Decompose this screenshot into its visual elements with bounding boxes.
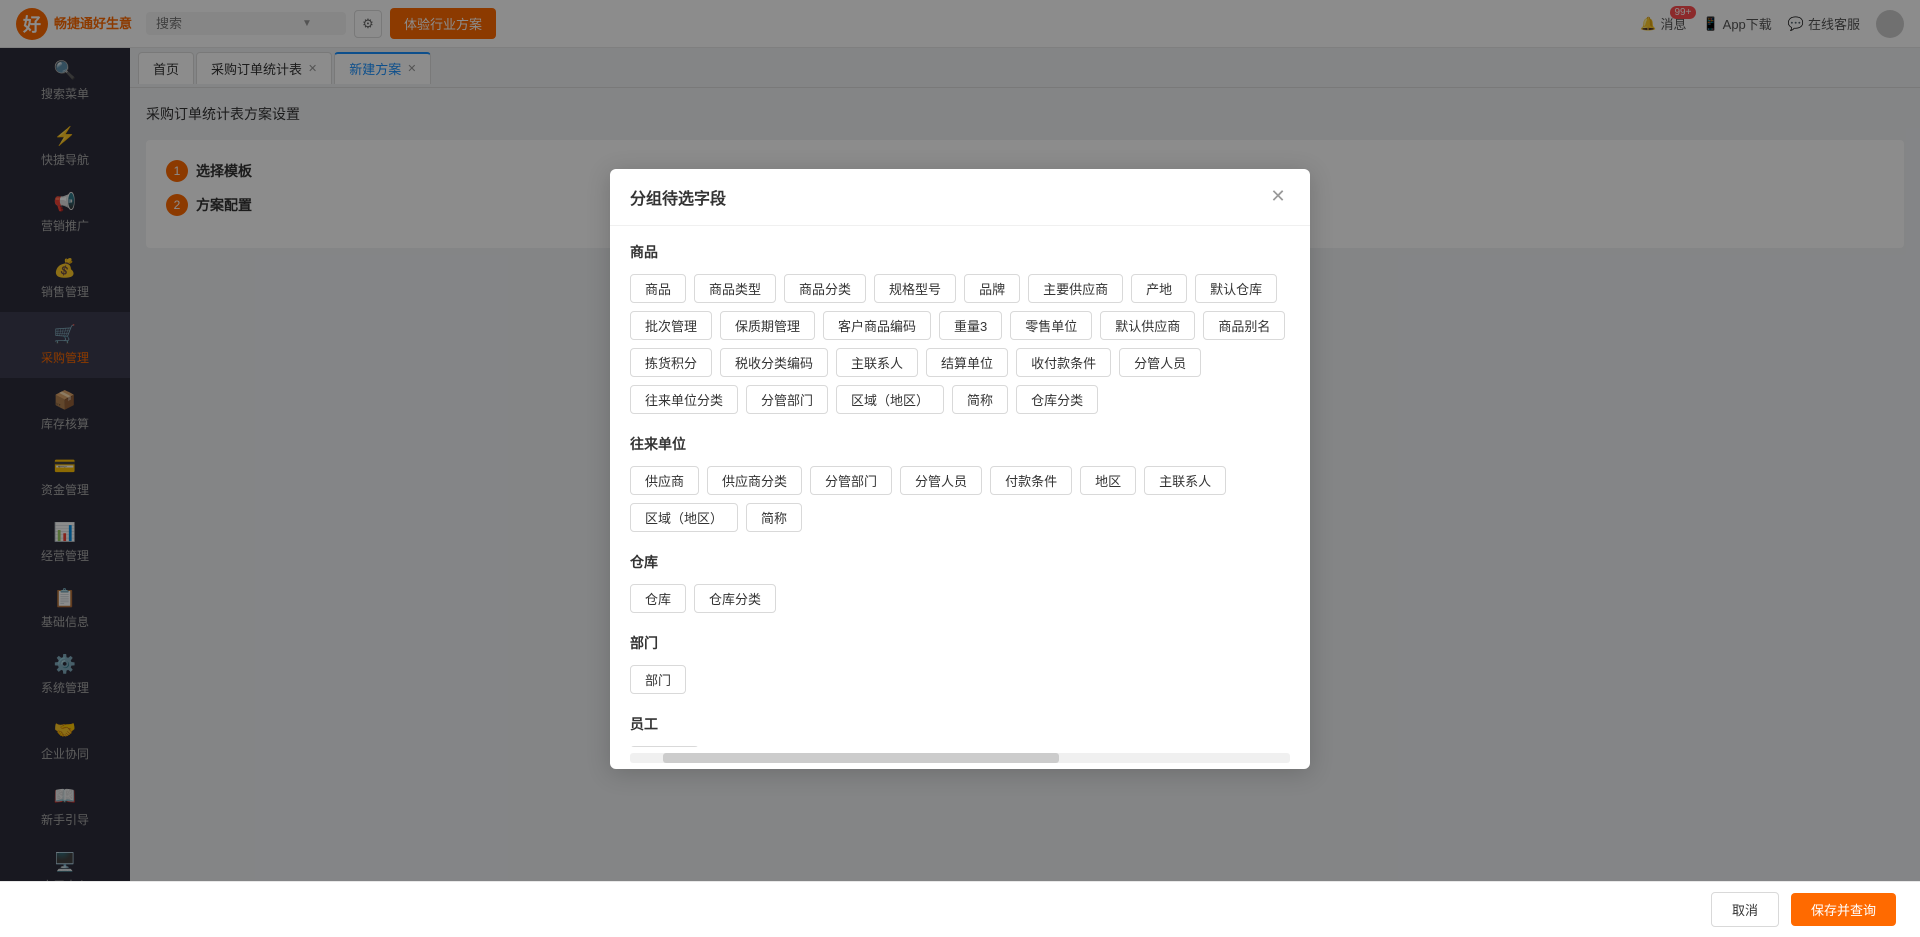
field-tag-3-0[interactable]: 部门: [630, 665, 686, 694]
field-tag-0-22[interactable]: 分管部门: [746, 385, 828, 414]
field-tag-0-21[interactable]: 往来单位分类: [630, 385, 738, 414]
field-tag-0-10[interactable]: 客户商品编码: [823, 311, 931, 340]
field-tag-1-8[interactable]: 简称: [746, 503, 802, 532]
field-tag-0-16[interactable]: 税收分类编码: [720, 348, 828, 377]
field-tag-0-23[interactable]: 区域（地区）: [836, 385, 944, 414]
field-tags-2: 仓库仓库分类: [630, 584, 1290, 613]
field-tag-0-0[interactable]: 商品: [630, 274, 686, 303]
field-tag-1-6[interactable]: 主联系人: [1144, 466, 1226, 495]
field-tag-0-1[interactable]: 商品类型: [694, 274, 776, 303]
field-tag-0-11[interactable]: 重量3: [939, 311, 1002, 340]
modal-overlay: 分组待选字段 ✕ 商品商品商品类型商品分类规格型号品牌主要供应商产地默认仓库批次…: [0, 0, 1920, 937]
field-tag-1-0[interactable]: 供应商: [630, 466, 699, 495]
modal-section-1: 往来单位供应商供应商分类分管部门分管人员付款条件地区主联系人区域（地区） 简称: [630, 434, 1290, 532]
modal-header: 分组待选字段 ✕: [610, 169, 1310, 226]
field-tags-0: 商品商品类型商品分类规格型号品牌主要供应商产地默认仓库批次管理保质期管理客户商品…: [630, 274, 1290, 414]
field-tag-0-18[interactable]: 结算单位: [926, 348, 1008, 377]
modal-hscroll-thumb: [663, 753, 1059, 763]
field-tag-0-17[interactable]: 主联系人: [836, 348, 918, 377]
field-tag-0-24[interactable]: 简称: [952, 385, 1008, 414]
field-tag-0-13[interactable]: 默认供应商: [1100, 311, 1195, 340]
field-tag-0-14[interactable]: 商品别名: [1203, 311, 1285, 340]
section-title-3: 部门: [630, 633, 1290, 653]
field-tag-0-3[interactable]: 规格型号: [874, 274, 956, 303]
modal-hscroll: [630, 753, 1290, 763]
field-tags-1: 供应商供应商分类分管部门分管人员付款条件地区主联系人区域（地区） 简称: [630, 466, 1290, 532]
field-tag-0-9[interactable]: 保质期管理: [720, 311, 815, 340]
field-tag-0-19[interactable]: 收付款条件: [1016, 348, 1111, 377]
modal-section-3: 部门部门: [630, 633, 1290, 694]
field-tag-0-6[interactable]: 产地: [1131, 274, 1187, 303]
field-tag-0-2[interactable]: 商品分类: [784, 274, 866, 303]
field-tag-1-7[interactable]: 区域（地区）: [630, 503, 738, 532]
field-tag-0-15[interactable]: 拣货积分: [630, 348, 712, 377]
cancel-button[interactable]: 取消: [1711, 892, 1779, 927]
save-button[interactable]: 保存并查询: [1791, 893, 1896, 926]
field-tag-1-2[interactable]: 分管部门: [810, 466, 892, 495]
modal-dialog: 分组待选字段 ✕ 商品商品商品类型商品分类规格型号品牌主要供应商产地默认仓库批次…: [610, 169, 1310, 769]
modal-title: 分组待选字段: [630, 185, 726, 209]
modal-hscroll-area: [610, 747, 1310, 769]
modal-close-button[interactable]: ✕: [1266, 185, 1290, 209]
field-tag-1-3[interactable]: 分管人员: [900, 466, 982, 495]
field-tag-0-8[interactable]: 批次管理: [630, 311, 712, 340]
section-title-1: 往来单位: [630, 434, 1290, 454]
field-tag-1-1[interactable]: 供应商分类: [707, 466, 802, 495]
section-title-0: 商品: [630, 242, 1290, 262]
field-tag-2-1[interactable]: 仓库分类: [694, 584, 776, 613]
field-tag-2-0[interactable]: 仓库: [630, 584, 686, 613]
modal-section-2: 仓库仓库仓库分类: [630, 552, 1290, 613]
field-tag-1-4[interactable]: 付款条件: [990, 466, 1072, 495]
modal-body[interactable]: 商品商品商品类型商品分类规格型号品牌主要供应商产地默认仓库批次管理保质期管理客户…: [610, 226, 1310, 747]
field-tag-1-5[interactable]: 地区: [1080, 466, 1136, 495]
modal-section-0: 商品商品商品类型商品分类规格型号品牌主要供应商产地默认仓库批次管理保质期管理客户…: [630, 242, 1290, 414]
field-tag-0-20[interactable]: 分管人员: [1119, 348, 1201, 377]
section-title-4: 员工: [630, 714, 1290, 734]
bottom-actions: 取消 保存并查询: [0, 881, 1920, 937]
section-title-2: 仓库: [630, 552, 1290, 572]
modal-section-4: 员工业务员: [630, 714, 1290, 747]
field-tag-0-7[interactable]: 默认仓库: [1195, 274, 1277, 303]
field-tag-0-25[interactable]: 仓库分类: [1016, 385, 1098, 414]
field-tag-0-12[interactable]: 零售单位: [1010, 311, 1092, 340]
field-tag-0-4[interactable]: 品牌: [964, 274, 1020, 303]
field-tag-0-5[interactable]: 主要供应商: [1028, 274, 1123, 303]
field-tags-3: 部门: [630, 665, 1290, 694]
